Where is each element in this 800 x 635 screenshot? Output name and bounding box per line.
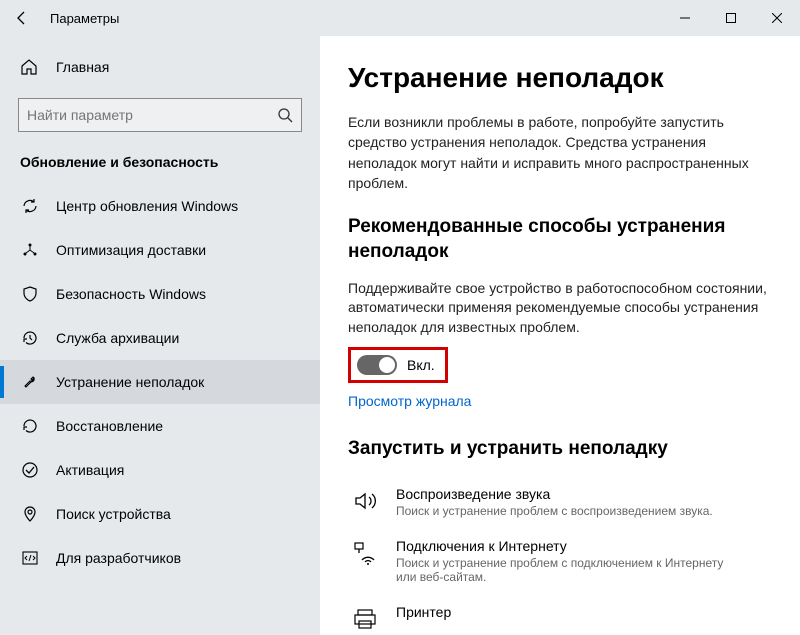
sidebar-item-label: Для разработчиков: [56, 550, 181, 566]
sidebar-item-label: Безопасность Windows: [56, 286, 206, 302]
sidebar-item-label: Устранение неполадок: [56, 374, 204, 390]
search-input[interactable]: [27, 107, 277, 123]
close-button[interactable]: [754, 0, 800, 36]
sidebar-item-windows-security[interactable]: Безопасность Windows: [0, 272, 320, 316]
home-icon: [20, 58, 40, 76]
run-troubleshooter-title: Запустить и устранить неполадку: [348, 437, 768, 462]
shield-icon: [20, 285, 40, 303]
sidebar-item-label: Восстановление: [56, 418, 163, 434]
sidebar-item-windows-update[interactable]: Центр обновления Windows: [0, 184, 320, 228]
sidebar: Главная Обновление и безопасность Центр …: [0, 36, 320, 635]
sidebar-item-backup[interactable]: Служба архивации: [0, 316, 320, 360]
search-icon: [277, 107, 293, 123]
check-icon: [20, 461, 40, 479]
sidebar-item-label: Поиск устройства: [56, 506, 171, 522]
code-icon: [20, 549, 40, 567]
content-area: Устранение неполадок Если возникли пробл…: [320, 36, 800, 635]
troubleshooter-label: Принтер: [396, 604, 451, 620]
home-button[interactable]: Главная: [0, 50, 320, 84]
sidebar-item-label: Центр обновления Windows: [56, 198, 238, 214]
troubleshooter-audio[interactable]: Воспроизведение звука Поиск и устранение…: [348, 476, 776, 528]
network-icon: [20, 241, 40, 259]
troubleshooter-desc: Поиск и устранение проблем с воспроизвед…: [396, 504, 713, 518]
toggle-knob: [379, 357, 395, 373]
sidebar-item-label: Активация: [56, 462, 124, 478]
troubleshooter-internet[interactable]: Подключения к Интернету Поиск и устранен…: [348, 528, 776, 594]
toggle-label: Вкл.: [407, 357, 435, 373]
minimize-icon: [680, 13, 690, 23]
highlight-box: Вкл.: [348, 347, 448, 383]
sidebar-item-delivery-optimization[interactable]: Оптимизация доставки: [0, 228, 320, 272]
search-box[interactable]: [18, 98, 302, 132]
wrench-icon: [20, 373, 40, 391]
close-icon: [772, 13, 782, 23]
sidebar-item-activation[interactable]: Активация: [0, 448, 320, 492]
troubleshooter-label: Воспроизведение звука: [396, 486, 713, 502]
location-icon: [20, 505, 40, 523]
printer-icon: [348, 604, 382, 632]
back-button[interactable]: [0, 0, 44, 36]
maximize-icon: [726, 13, 736, 23]
recommended-paragraph: Поддерживайте свое устройство в работосп…: [348, 279, 768, 338]
intro-paragraph: Если возникли проблемы в работе, попробу…: [348, 112, 768, 193]
recovery-icon: [20, 417, 40, 435]
sidebar-item-label: Служба архивации: [56, 330, 179, 346]
maximize-button[interactable]: [708, 0, 754, 36]
troubleshooter-label: Подключения к Интернету: [396, 538, 736, 554]
sidebar-item-for-developers[interactable]: Для разработчиков: [0, 536, 320, 580]
troubleshooter-desc: Поиск и устранение проблем с подключение…: [396, 556, 736, 584]
sidebar-item-find-my-device[interactable]: Поиск устройства: [0, 492, 320, 536]
view-history-link[interactable]: Просмотр журнала: [348, 393, 471, 409]
home-label: Главная: [56, 59, 109, 75]
sidebar-item-label: Оптимизация доставки: [56, 242, 206, 258]
section-title: Обновление и безопасность: [0, 132, 320, 184]
sidebar-nav: Центр обновления Windows Оптимизация дос…: [0, 184, 320, 635]
sidebar-item-troubleshoot[interactable]: Устранение неполадок: [0, 360, 320, 404]
troubleshooter-printer[interactable]: Принтер: [348, 594, 776, 635]
arrow-left-icon: [14, 10, 30, 26]
recommended-title: Рекомендованные способы устранения непол…: [348, 215, 768, 264]
titlebar: Параметры: [0, 0, 800, 36]
wifi-icon: [348, 538, 382, 566]
sync-icon: [20, 197, 40, 215]
page-title: Устранение неполадок: [348, 62, 776, 94]
speaker-icon: [348, 486, 382, 514]
history-icon: [20, 329, 40, 347]
minimize-button[interactable]: [662, 0, 708, 36]
sidebar-item-recovery[interactable]: Восстановление: [0, 404, 320, 448]
window-title: Параметры: [50, 11, 662, 26]
recommended-toggle[interactable]: [357, 355, 397, 375]
